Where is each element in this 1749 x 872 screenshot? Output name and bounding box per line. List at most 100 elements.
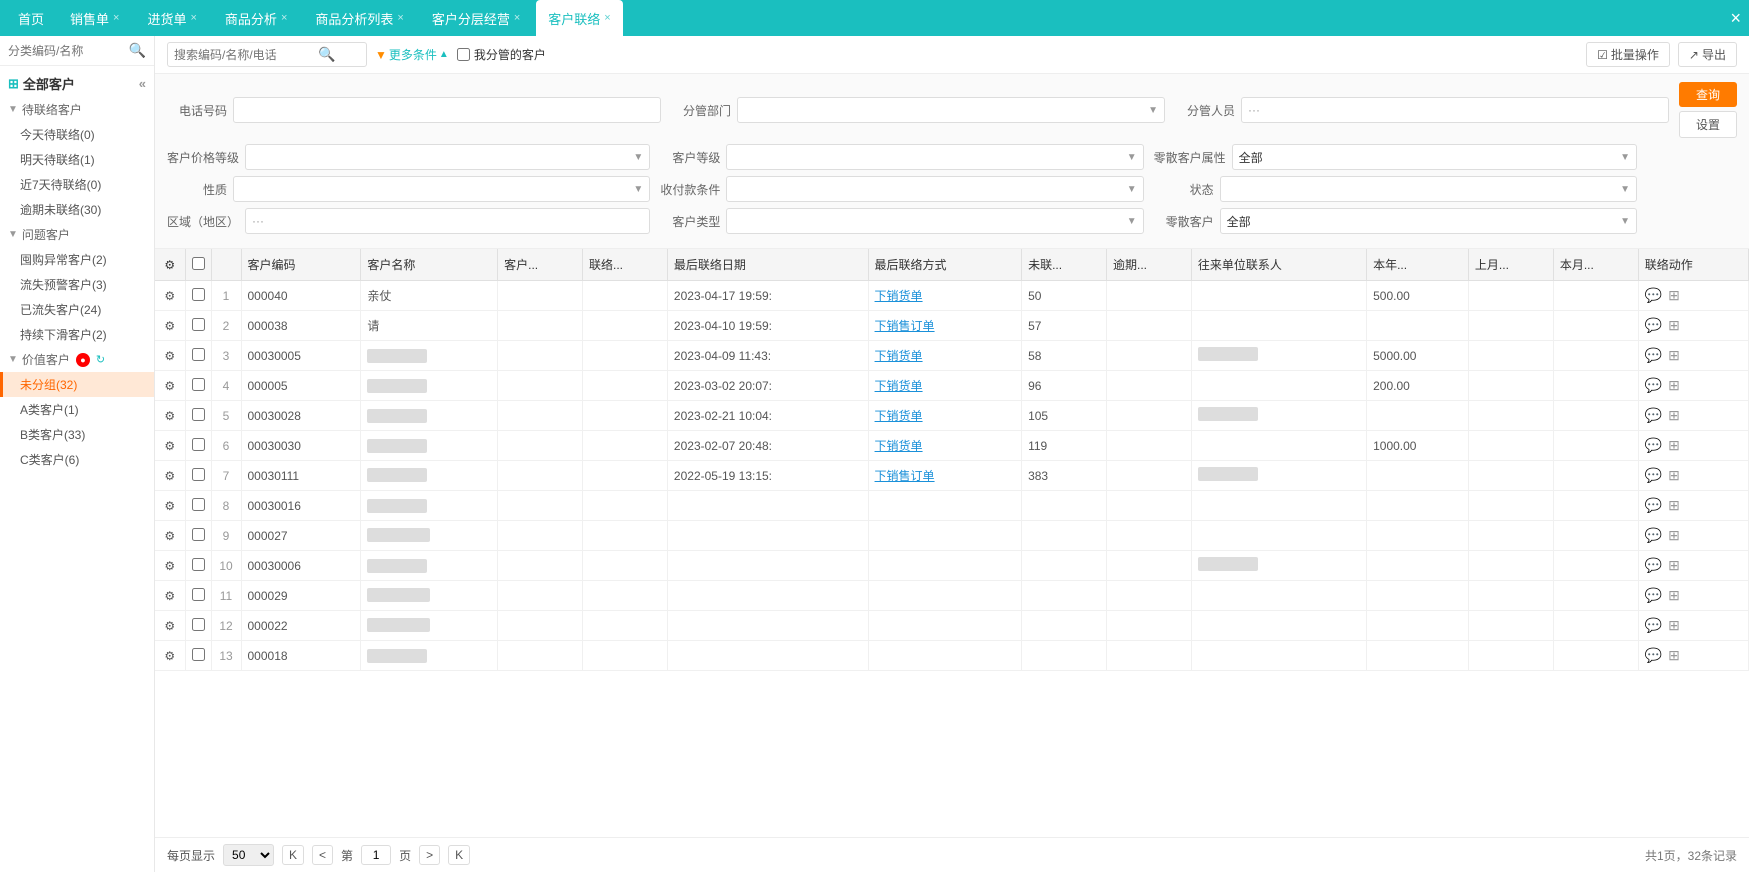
close-icon[interactable]: ×: [113, 12, 119, 24]
chat-icon[interactable]: 💬: [1645, 407, 1662, 424]
last-contact-date-column-header[interactable]: 最后联络日期: [667, 249, 868, 281]
apps-icon[interactable]: ⊞: [1668, 557, 1680, 574]
type-column-header[interactable]: 客户...: [498, 249, 583, 281]
gear-cell[interactable]: ⚙: [155, 431, 185, 461]
last-contact-way-cell[interactable]: [868, 611, 1022, 641]
last-contact-way-cell[interactable]: [868, 551, 1022, 581]
gear-cell[interactable]: ⚙: [155, 641, 185, 671]
gear-cell[interactable]: ⚙: [155, 581, 185, 611]
last-page-button[interactable]: K: [448, 845, 470, 865]
checkbox-cell[interactable]: [185, 431, 211, 461]
checkbox-cell[interactable]: [185, 401, 211, 431]
sidebar-collapse-button[interactable]: «: [139, 76, 146, 91]
next-page-button[interactable]: >: [419, 845, 440, 865]
checkbox-cell[interactable]: [185, 371, 211, 401]
last-contact-way-cell[interactable]: [868, 641, 1022, 671]
chat-icon[interactable]: 💬: [1645, 467, 1662, 484]
first-page-button[interactable]: K: [282, 845, 304, 865]
chat-icon[interactable]: 💬: [1645, 647, 1662, 664]
apps-icon[interactable]: ⊞: [1668, 587, 1680, 604]
contact-column-header[interactable]: 联络...: [583, 249, 668, 281]
per-page-select[interactable]: 50 100 200: [223, 844, 274, 866]
apps-icon[interactable]: ⊞: [1668, 467, 1680, 484]
sidebar-group-value[interactable]: ▼ 价值客户 ● ↻: [0, 347, 154, 372]
gear-cell[interactable]: ⚙: [155, 521, 185, 551]
nav-tab-purchase[interactable]: 进货单 ×: [135, 0, 208, 36]
manager-input[interactable]: [1241, 97, 1669, 123]
sidebar-item-churned[interactable]: 已流失客户(24): [0, 297, 154, 322]
apps-icon[interactable]: ⊞: [1668, 317, 1680, 334]
chat-icon[interactable]: 💬: [1645, 437, 1662, 454]
gear-cell[interactable]: ⚙: [155, 311, 185, 341]
nature-select[interactable]: ▼: [233, 176, 650, 202]
last-contact-way-cell[interactable]: 下销售订单: [868, 311, 1022, 341]
retail-attr-select[interactable]: 全部 ▼: [1232, 144, 1637, 170]
page-number-input[interactable]: [361, 845, 391, 865]
apps-icon[interactable]: ⊞: [1668, 647, 1680, 664]
sidebar-item-week-pending[interactable]: 近7天待联络(0): [0, 172, 154, 197]
sidebar-search-input[interactable]: [8, 44, 125, 58]
search-input[interactable]: [174, 48, 314, 62]
sidebar-item-a-class[interactable]: A类客户(1): [0, 397, 154, 422]
last-month-column-header[interactable]: 上月...: [1468, 249, 1553, 281]
last-contact-way-cell[interactable]: 下销货单: [868, 281, 1022, 311]
last-contact-way-cell[interactable]: 下销货单: [868, 371, 1022, 401]
chat-icon[interactable]: 💬: [1645, 287, 1662, 304]
sidebar-group-problem[interactable]: ▼ 问题客户: [0, 222, 154, 247]
more-conditions-button[interactable]: ▼ 更多条件 ▲: [375, 46, 449, 63]
chat-icon[interactable]: 💬: [1645, 347, 1662, 364]
sidebar-item-ungroup[interactable]: 未分组(32): [0, 372, 154, 397]
nav-tab-customer-segment[interactable]: 客户分层经营 ×: [420, 0, 532, 36]
last-contact-way-cell[interactable]: 下销货单: [868, 401, 1022, 431]
checkbox-cell[interactable]: [185, 611, 211, 641]
price-grade-select[interactable]: ▼: [245, 144, 650, 170]
sidebar-item-declining[interactable]: 持续下滑客户(2): [0, 322, 154, 347]
gear-cell[interactable]: ⚙: [155, 461, 185, 491]
payment-select[interactable]: ▼: [726, 176, 1143, 202]
gear-cell[interactable]: ⚙: [155, 401, 185, 431]
customer-type-select[interactable]: ▼: [726, 208, 1143, 234]
overdue-column-header[interactable]: 逾期...: [1106, 249, 1191, 281]
chat-icon[interactable]: 💬: [1645, 527, 1662, 544]
checkbox-cell[interactable]: [185, 461, 211, 491]
unit-contact-column-header[interactable]: 往来单位联系人: [1191, 249, 1366, 281]
nav-tab-customer-contact[interactable]: 客户联络 ×: [536, 0, 622, 36]
settings-column-header[interactable]: ⚙: [155, 249, 185, 281]
sidebar-group-pending[interactable]: ▼ 待联络客户: [0, 97, 154, 122]
gear-cell[interactable]: ⚙: [155, 551, 185, 581]
gear-cell[interactable]: ⚙: [155, 281, 185, 311]
last-contact-way-cell[interactable]: 下销售订单: [868, 461, 1022, 491]
sidebar-item-overdue[interactable]: 逾期未联络(30): [0, 197, 154, 222]
chat-icon[interactable]: 💬: [1645, 497, 1662, 514]
close-icon[interactable]: ×: [281, 12, 287, 24]
sidebar-item-b-class[interactable]: B类客户(33): [0, 422, 154, 447]
status-select[interactable]: ▼: [1220, 176, 1637, 202]
customer-grade-select[interactable]: ▼: [726, 144, 1143, 170]
name-column-header[interactable]: 客户名称: [361, 249, 498, 281]
gear-cell[interactable]: ⚙: [155, 371, 185, 401]
phone-input[interactable]: [233, 97, 661, 123]
apps-icon[interactable]: ⊞: [1668, 527, 1680, 544]
checkbox-column-header[interactable]: [185, 249, 211, 281]
checkbox-cell[interactable]: [185, 491, 211, 521]
nav-home[interactable]: 首页: [8, 0, 54, 36]
dept-select[interactable]: ▼: [737, 97, 1165, 123]
checkbox-cell[interactable]: [185, 551, 211, 581]
apps-icon[interactable]: ⊞: [1668, 347, 1680, 364]
query-button[interactable]: 查询: [1679, 82, 1737, 107]
retail-customer-select[interactable]: 全部 ▼: [1220, 208, 1637, 234]
select-all-checkbox[interactable]: [192, 257, 205, 270]
apps-icon[interactable]: ⊞: [1668, 437, 1680, 454]
this-year-column-header[interactable]: 本年...: [1367, 249, 1469, 281]
close-icon[interactable]: ×: [604, 12, 610, 24]
last-contact-way-cell[interactable]: [868, 491, 1022, 521]
nav-tab-product-analysis[interactable]: 商品分析 ×: [213, 0, 299, 36]
reset-button[interactable]: 设置: [1679, 111, 1737, 138]
last-contact-way-cell[interactable]: 下销货单: [868, 431, 1022, 461]
checkbox-cell[interactable]: [185, 641, 211, 671]
checkbox-cell[interactable]: [185, 281, 211, 311]
checkbox-cell[interactable]: [185, 581, 211, 611]
checkbox-cell[interactable]: [185, 311, 211, 341]
sidebar-item-abnormal[interactable]: 囤购异常客户(2): [0, 247, 154, 272]
code-column-header[interactable]: 客户编码: [241, 249, 361, 281]
